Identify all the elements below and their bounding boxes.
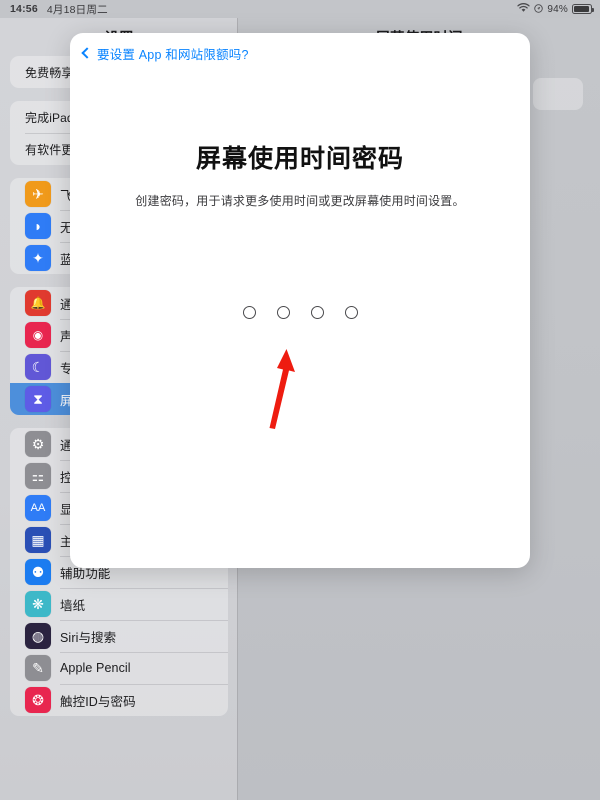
passcode-title: 屏幕使用时间密码 (195, 145, 404, 173)
location-icon (534, 3, 544, 15)
screen-time-passcode-modal: 要设置 App 和网站限额吗? 屏幕使用时间密码 创建密码，用于请求更多使用时间… (70, 33, 530, 568)
sidebar-item-label: 免费畅享 (25, 65, 74, 80)
focus-moon-icon: ☾ (25, 354, 51, 380)
status-bar-right: 94% (517, 2, 600, 16)
passcode-dot-4[interactable] (344, 306, 358, 319)
status-bar-left: 14:56 4月18日周二 (0, 2, 108, 17)
wallpaper-icon: ❋ (25, 591, 51, 617)
passcode-subtitle: 创建密码，用于请求更多使用时间或更改屏幕使用时间设置。 (135, 194, 465, 208)
modal-nav-bar: 要设置 App 和网站限额吗? (70, 33, 530, 73)
detail-card-placeholder (533, 78, 583, 110)
sidebar-item-label: 墙纸 (60, 598, 86, 613)
notifications-icon: 🔔 (25, 290, 51, 316)
accessibility-icon: ⚉ (25, 559, 51, 585)
home-screen-icon: ▦ (25, 527, 51, 553)
control-center-icon: ⚏ (25, 463, 51, 489)
airplane-icon: ✈ (25, 181, 51, 207)
touch-id-icon: ❂ (25, 687, 51, 713)
modal-body: 屏幕使用时间密码 创建密码，用于请求更多使用时间或更改屏幕使用时间设置。 (70, 73, 530, 319)
status-date: 4月18日周二 (46, 3, 108, 16)
passcode-dots[interactable] (70, 306, 530, 319)
passcode-dot-3[interactable] (310, 306, 324, 319)
sidebar-item-wallpaper-icon[interactable]: ❋ 墙纸 (10, 588, 228, 620)
passcode-dot-2[interactable] (276, 306, 290, 319)
sidebar-item-siri-icon[interactable]: ◍ Siri与搜索 (10, 620, 228, 652)
display-brightness-icon: AA (25, 495, 51, 521)
battery-percent: 94% (547, 3, 568, 15)
passcode-dot-1[interactable] (242, 306, 256, 319)
sound-icon: ◉ (25, 322, 51, 348)
sidebar-item-label: 触控ID与密码 (60, 694, 136, 709)
chevron-left-icon (81, 47, 93, 59)
sidebar-item-label: 完成iPad (25, 110, 74, 125)
sidebar-item-touch-id-icon[interactable]: ❂ 触控ID与密码 (10, 684, 228, 716)
battery-icon (572, 4, 594, 14)
wifi-icon: ◗ (25, 213, 51, 239)
back-button-label: 要设置 App 和网站限额吗? (97, 47, 249, 62)
sidebar-item-label: Siri与搜索 (60, 630, 117, 645)
sidebar-item-label: Apple Pencil (60, 661, 131, 675)
status-bar: 14:56 4月18日周二 94% (0, 0, 600, 18)
screen-time-icon: ⧗ (25, 386, 51, 412)
sidebar-item-label: 有软件更 (25, 142, 74, 157)
general-gear-icon: ⚙ (25, 431, 51, 457)
sidebar-item-apple-pencil-icon[interactable]: ✎ Apple Pencil (10, 652, 228, 684)
status-time: 14:56 (10, 3, 38, 15)
apple-pencil-icon: ✎ (25, 655, 51, 681)
wifi-icon (517, 2, 531, 16)
bluetooth-icon: ✦ (25, 245, 51, 271)
siri-icon: ◍ (25, 623, 51, 649)
back-button[interactable]: 要设置 App 和网站限额吗? (81, 44, 249, 63)
